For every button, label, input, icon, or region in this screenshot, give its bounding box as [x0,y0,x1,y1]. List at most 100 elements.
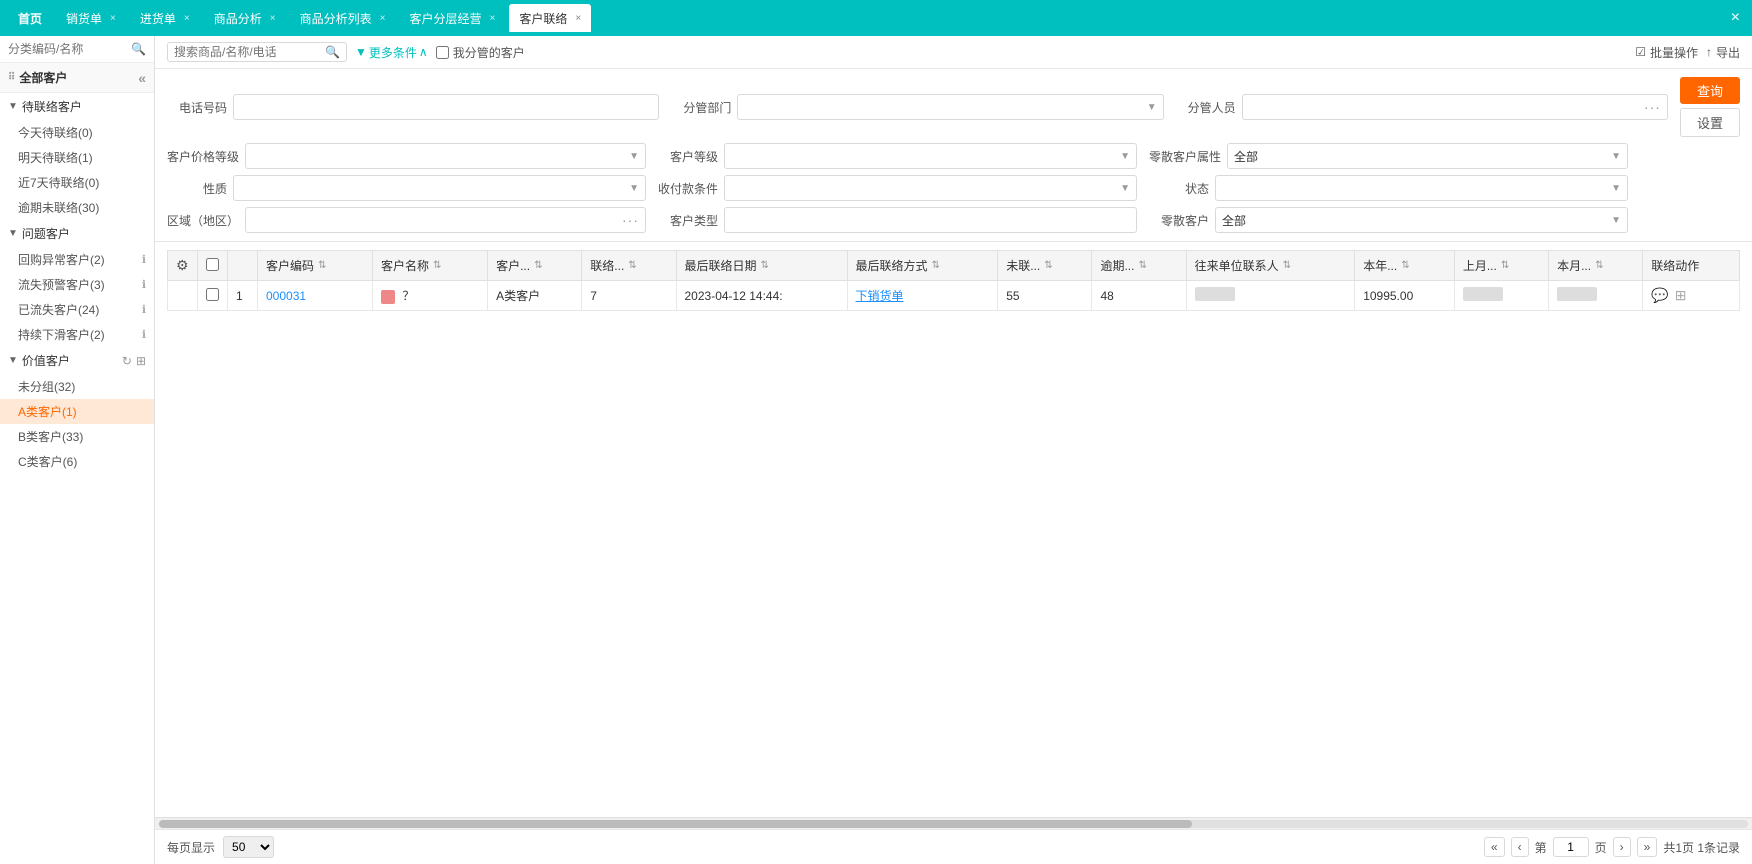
batch-icon: ☑ [1635,45,1646,59]
filter-nature: 性质 ▼ [167,175,646,201]
retail-customer-input[interactable]: 全部 ▼ [1215,207,1628,233]
add-group-icon[interactable]: ⊞ [136,354,146,368]
grid-icon[interactable]: ⊞ [1675,287,1687,304]
nav-home[interactable]: 首页 [8,4,52,32]
next-page-button[interactable]: › [1613,837,1631,857]
settings-button[interactable]: 设置 [1680,108,1740,137]
sidebar-group-value[interactable]: ▼ 价值客户 ↻ ⊞ [0,347,154,374]
first-page-button[interactable]: « [1484,837,1505,857]
price-level-input[interactable]: ▼ [245,143,646,169]
th-code[interactable]: 客户编码 ⇅ [258,251,373,281]
all-customers-header[interactable]: ⠿ 全部客户 « [0,63,154,93]
nature-input[interactable]: ▼ [233,175,646,201]
my-customers-checkbox[interactable] [436,46,449,59]
close-analysis-list-icon[interactable]: × [380,13,386,24]
close-sales-icon[interactable]: × [110,13,116,24]
sidebar-collapse-btn[interactable]: « [138,70,146,86]
sidebar-search-icon[interactable]: 🔍 [131,42,146,56]
select-all-checkbox[interactable] [206,258,219,271]
sidebar-item-churned[interactable]: 已流失客户(24) ℹ [0,297,154,322]
close-analysis-icon[interactable]: × [270,13,276,24]
sidebar-item-c-class[interactable]: C类客户(6) [0,449,154,474]
close-customer-layer-icon[interactable]: × [489,13,495,24]
chat-icon[interactable]: 💬 [1651,287,1668,304]
sort-contact-icon: ⇅ [628,260,636,271]
nav-analysis-list[interactable]: 商品分析列表 × [290,4,396,32]
sidebar-item-a-class[interactable]: A类客户(1) [0,399,154,424]
customer-level-input[interactable]: ▼ [724,143,1137,169]
td-overdue: 48 [1092,281,1186,311]
phone-input[interactable] [233,94,659,120]
row-checkbox[interactable] [206,288,219,301]
region-input[interactable]: ··· [245,207,646,233]
nav-customer-contact[interactable]: 客户联络 × [509,4,591,32]
person-input[interactable]: ··· [1242,94,1668,120]
nav-purchase[interactable]: 进货单 × [130,4,200,32]
batch-operation-button[interactable]: ☑ 批量操作 [1635,44,1698,61]
last-method-link[interactable]: 下销货单 [856,289,904,303]
th-name[interactable]: 客户名称 ⇅ [373,251,488,281]
filter-customer-level: 客户等级 ▼ [658,143,1137,169]
th-overdue[interactable]: 逾期... ⇅ [1092,251,1186,281]
th-this-month[interactable]: 本月... ⇅ [1549,251,1643,281]
close-all-button[interactable]: × [1727,5,1744,31]
close-customer-contact-icon[interactable]: × [575,13,581,24]
td-code[interactable]: 000031 [258,281,373,311]
sidebar-item-overdue-contact[interactable]: 逾期未联络(30) [0,195,154,220]
sidebar-item-unclassified[interactable]: 未分组(32) [0,374,154,399]
sidebar-group-problem[interactable]: ▼ 问题客户 [0,220,154,247]
th-no-contact[interactable]: 未联... ⇅ [998,251,1092,281]
sort-tmonth-icon: ⇅ [1595,260,1603,271]
pagination-right: « ‹ 第 页 › » 共1页 1条记录 [1484,837,1740,857]
info-repurchase-icon: ℹ [142,253,146,266]
sidebar-item-churn-warning[interactable]: 流失预警客户(3) ℹ [0,272,154,297]
last-page-button[interactable]: » [1637,837,1658,857]
gear-icon[interactable]: ⚙ [176,257,189,273]
th-type[interactable]: 客户... ⇅ [488,251,582,281]
dept-caret-icon: ▼ [1147,102,1157,113]
page-size-select[interactable]: 50 100 200 [223,836,274,858]
sidebar-item-7day-contact[interactable]: 近7天待联络(0) [0,170,154,195]
page-number-input[interactable] [1553,837,1589,857]
sidebar-group-pending[interactable]: ▼ 待联络客户 [0,93,154,120]
sidebar-item-declining[interactable]: 持续下滑客户(2) ℹ [0,322,154,347]
th-gear[interactable]: ⚙ [168,251,198,281]
sidebar-item-b-class[interactable]: B类客户(33) [0,424,154,449]
main-search-icon[interactable]: 🔍 [325,45,340,59]
export-button[interactable]: ↑ 导出 [1706,44,1740,61]
td-this-month [1549,281,1643,311]
main-search-input[interactable] [174,45,321,59]
price-caret-icon: ▼ [629,151,639,162]
sidebar-item-today-contact[interactable]: 今天待联络(0) [0,120,154,145]
horizontal-scrollbar[interactable] [155,817,1752,829]
unit-contact-placeholder [1195,287,1235,301]
sort-unit-icon: ⇅ [1283,260,1291,271]
sidebar-item-tomorrow-contact[interactable]: 明天待联络(1) [0,145,154,170]
close-purchase-icon[interactable]: × [184,13,190,24]
sidebar-search-input[interactable] [8,42,127,56]
th-last-method[interactable]: 最后联络方式 ⇅ [847,251,998,281]
refresh-icon[interactable]: ↻ [122,354,132,368]
th-last-month[interactable]: 上月... ⇅ [1454,251,1548,281]
my-customers-checkbox-area: 我分管的客户 [436,44,525,61]
nav-customer-layer[interactable]: 客户分层经营 × [399,4,505,32]
th-this-year[interactable]: 本年... ⇅ [1355,251,1455,281]
nav-analysis[interactable]: 商品分析 × [204,4,286,32]
nature-caret-icon: ▼ [629,183,639,194]
status-input[interactable]: ▼ [1215,175,1628,201]
payment-input[interactable]: ▼ [724,175,1137,201]
th-contact[interactable]: 联络... ⇅ [582,251,676,281]
sidebar: 🔍 ⠿ 全部客户 « ▼ 待联络客户 今天待联络(0) 明天待联络(1) 近7天… [0,36,155,864]
nav-sales[interactable]: 销货单 × [56,4,126,32]
dept-input[interactable]: ▼ [737,94,1163,120]
retail-attr-input[interactable]: 全部 ▼ [1227,143,1628,169]
more-conditions-button[interactable]: ▼ 更多条件 ∧ [355,44,428,61]
th-last-date[interactable]: 最后联络日期 ⇅ [676,251,847,281]
td-checkbox [198,281,228,311]
sidebar-item-repurchase-abnormal[interactable]: 回购异常客户(2) ℹ [0,247,154,272]
customer-type-input[interactable] [724,207,1137,233]
query-button[interactable]: 查询 [1680,77,1740,104]
scrollbar-thumb[interactable] [159,820,1192,828]
prev-page-button[interactable]: ‹ [1511,837,1529,857]
th-unit-contact[interactable]: 往来单位联系人 ⇅ [1186,251,1355,281]
